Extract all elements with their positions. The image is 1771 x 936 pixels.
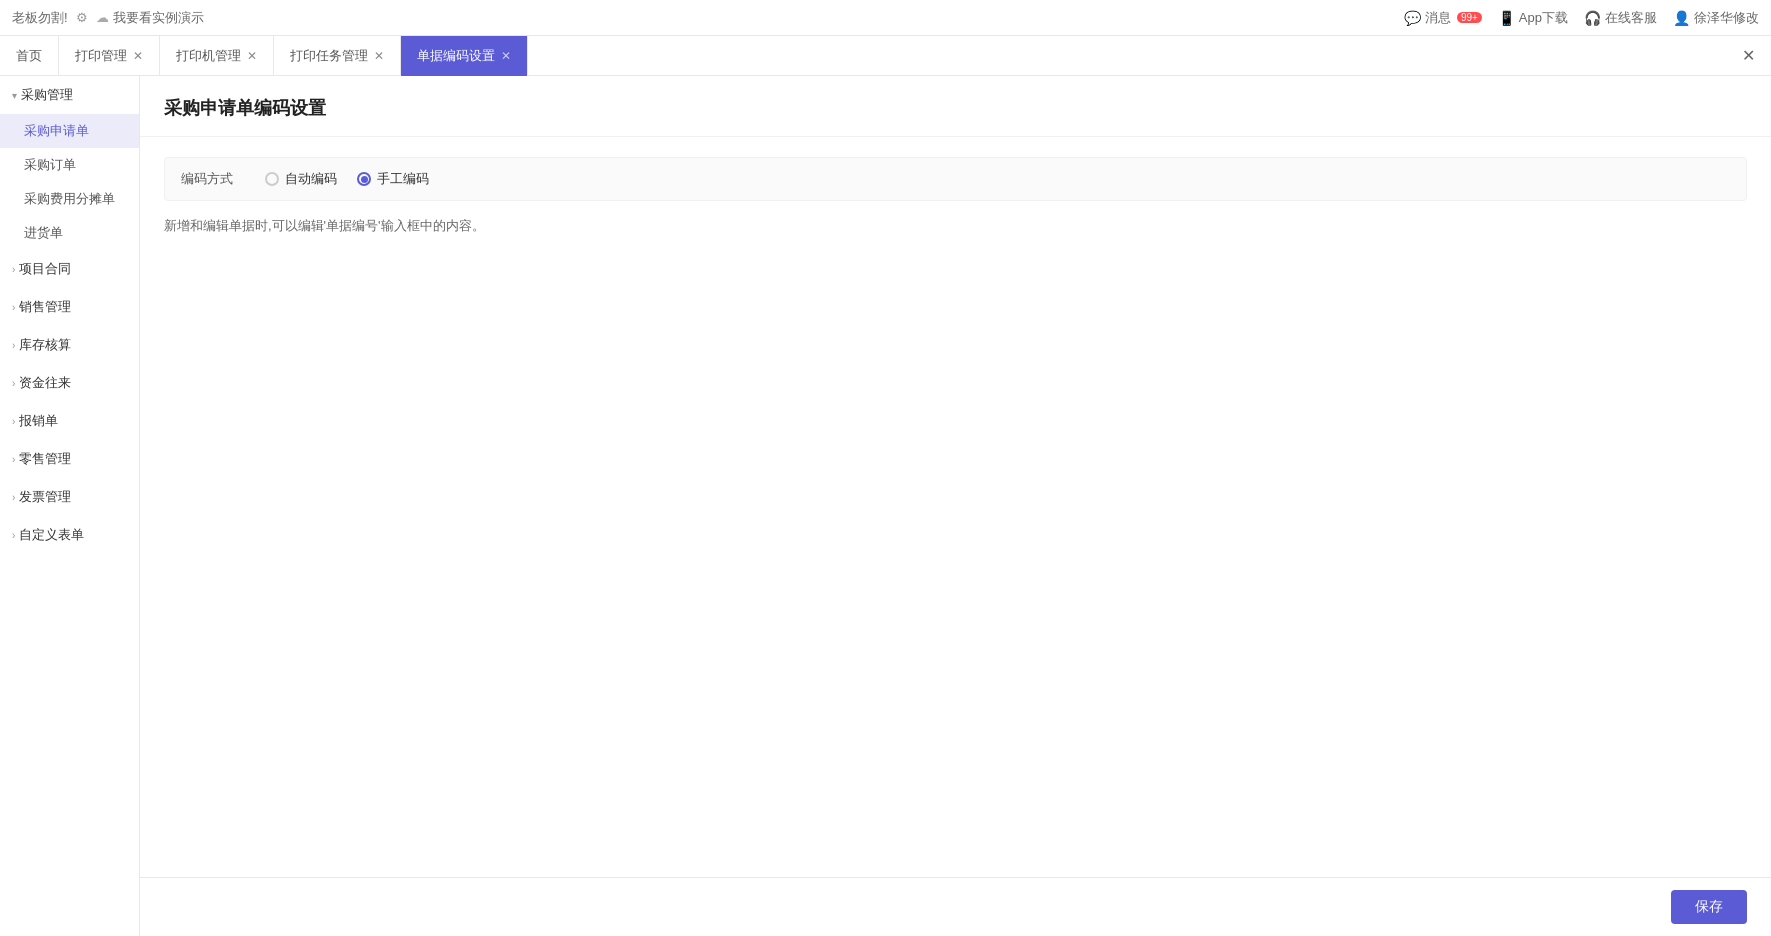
- content-body: 编码方式 自动编码 手工编码 新增和编辑单据时,可以编辑'单据编号'输入框中的内…: [140, 137, 1771, 877]
- chat-icon: [1404, 10, 1421, 26]
- tab-home[interactable]: 首页: [0, 36, 59, 76]
- message-badge: 99+: [1457, 12, 1482, 23]
- sidebar-item-purchase-expense[interactable]: 采购费用分摊单: [0, 182, 139, 216]
- chevron-right-icon-3: ›: [12, 340, 15, 351]
- sidebar-group-invoice[interactable]: › 发票管理: [0, 478, 139, 516]
- sidebar-item-incoming[interactable]: 进货单: [0, 216, 139, 250]
- brand-text: 老板勿割!: [12, 9, 68, 27]
- sidebar-item-purchase-order[interactable]: 采购订单: [0, 148, 139, 182]
- chevron-right-icon-4: ›: [12, 378, 15, 389]
- encoding-row: 编码方式 自动编码 手工编码: [164, 157, 1747, 201]
- tab-print-task[interactable]: 打印任务管理 ✕: [274, 36, 401, 76]
- chevron-right-icon-7: ›: [12, 492, 15, 503]
- tab-close-print-mgmt[interactable]: ✕: [133, 49, 143, 63]
- tab-bar: 首页 打印管理 ✕ 打印机管理 ✕ 打印任务管理 ✕ 单据编码设置 ✕ ✕: [0, 36, 1771, 76]
- chevron-right-icon-5: ›: [12, 416, 15, 427]
- content-area: 采购申请单编码设置 编码方式 自动编码 手工编码 新增和编辑单据时,: [140, 76, 1771, 936]
- sidebar-group-purchase[interactable]: ▾ 采购管理: [0, 76, 139, 114]
- sidebar: ▾ 采购管理 采购申请单 采购订单 采购费用分摊单 进货单 › 项目合同 › 销…: [0, 76, 140, 936]
- chevron-right-icon-6: ›: [12, 454, 15, 465]
- auto-radio-circle: [265, 172, 279, 186]
- chevron-right-icon-8: ›: [12, 530, 15, 541]
- tab-print-mgmt[interactable]: 打印管理 ✕: [59, 36, 160, 76]
- demo-link[interactable]: ☁ 我要看实例演示: [96, 9, 204, 27]
- auto-encoding-option[interactable]: 自动编码: [265, 170, 337, 188]
- encoding-radio-group: 自动编码 手工编码: [265, 170, 429, 188]
- sidebar-group-retail[interactable]: › 零售管理: [0, 440, 139, 478]
- chevron-right-icon: ›: [12, 264, 15, 275]
- top-bar-right: 消息 99+ App下载 在线客服 徐泽华修改: [1404, 9, 1759, 27]
- message-button[interactable]: 消息 99+: [1404, 9, 1482, 27]
- user-profile[interactable]: 徐泽华修改: [1673, 9, 1759, 27]
- sidebar-group-project-contract[interactable]: › 项目合同: [0, 250, 139, 288]
- chevron-right-icon-2: ›: [12, 302, 15, 313]
- service-icon: [1584, 10, 1601, 26]
- tab-close-printer-mgmt[interactable]: ✕: [247, 49, 257, 63]
- sidebar-item-purchase-request[interactable]: 采购申请单: [0, 114, 139, 148]
- settings-icon[interactable]: ⚙: [76, 10, 88, 25]
- manual-encoding-label: 手工编码: [377, 170, 429, 188]
- sidebar-group-capital[interactable]: › 资金往来: [0, 364, 139, 402]
- content-footer: 保存: [140, 877, 1771, 936]
- tab-single-barcode[interactable]: 单据编码设置 ✕: [401, 36, 528, 76]
- tab-bar-close-all[interactable]: ✕: [1726, 46, 1771, 65]
- sidebar-group-returns[interactable]: › 报销单: [0, 402, 139, 440]
- main-layout: ▾ 采购管理 采购申请单 采购订单 采购费用分摊单 进货单 › 项目合同 › 销…: [0, 76, 1771, 936]
- top-bar: 老板勿割! ⚙ ☁ 我要看实例演示 消息 99+ App下载 在线客服 徐泽华修…: [0, 0, 1771, 36]
- save-button[interactable]: 保存: [1671, 890, 1747, 924]
- tab-printer-mgmt[interactable]: 打印机管理 ✕: [160, 36, 274, 76]
- content-header: 采购申请单编码设置: [140, 76, 1771, 137]
- top-bar-left: 老板勿割! ⚙ ☁ 我要看实例演示: [12, 9, 204, 27]
- tab-close-single-barcode[interactable]: ✕: [501, 49, 511, 63]
- user-avatar-icon: [1673, 10, 1690, 26]
- tab-close-print-task[interactable]: ✕: [374, 49, 384, 63]
- manual-radio-circle: [357, 172, 371, 186]
- chevron-down-icon: ▾: [12, 90, 17, 101]
- app-download-button[interactable]: App下载: [1498, 9, 1568, 27]
- sidebar-group-sales[interactable]: › 销售管理: [0, 288, 139, 326]
- sidebar-group-custom-forms[interactable]: › 自定义表单: [0, 516, 139, 554]
- hint-text: 新增和编辑单据时,可以编辑'单据编号'输入框中的内容。: [164, 217, 1747, 235]
- manual-encoding-option[interactable]: 手工编码: [357, 170, 429, 188]
- sidebar-group-inventory[interactable]: › 库存核算: [0, 326, 139, 364]
- encoding-method-label: 编码方式: [181, 170, 241, 188]
- page-title: 采购申请单编码设置: [164, 96, 1747, 120]
- app-icon: [1498, 10, 1515, 26]
- online-service-button[interactable]: 在线客服: [1584, 9, 1657, 27]
- auto-encoding-label: 自动编码: [285, 170, 337, 188]
